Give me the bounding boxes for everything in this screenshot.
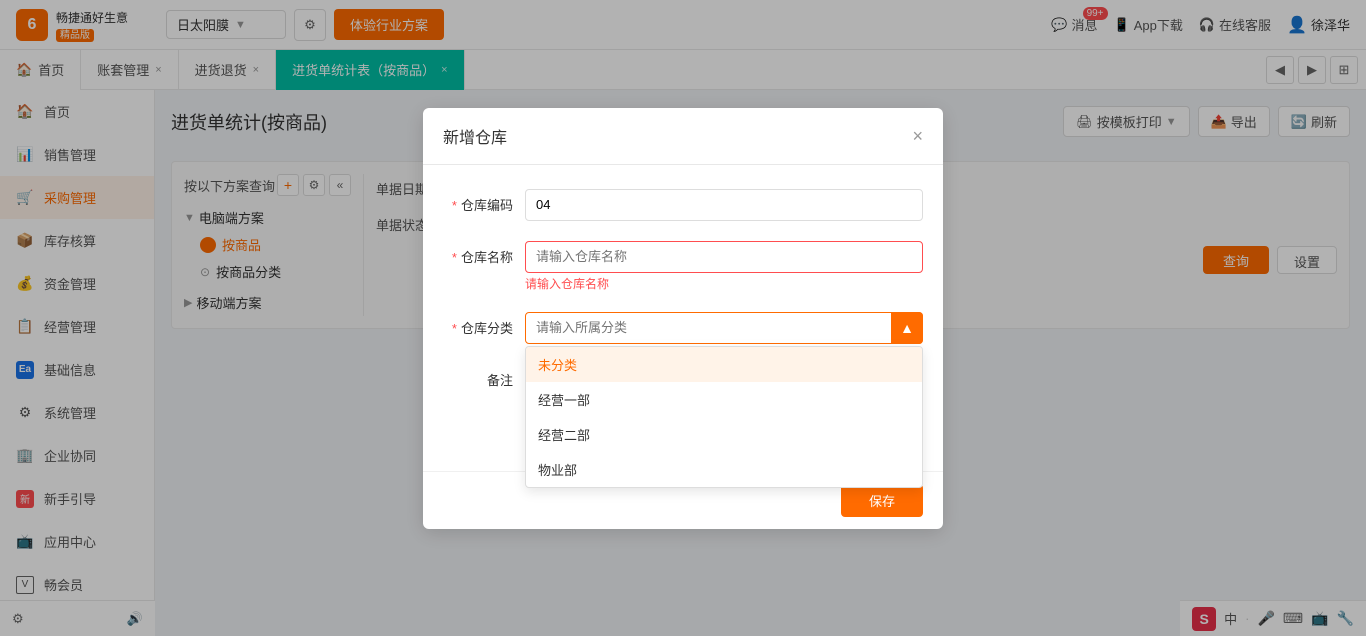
name-label: 仓库名称: [443, 241, 513, 266]
name-field: 请输入仓库名称: [525, 241, 923, 292]
add-warehouse-modal: 新增仓库 × 仓库编码 仓库名称 请输入仓库名称 仓库分类: [423, 108, 943, 529]
modal-header: 新增仓库 ×: [423, 108, 943, 165]
name-error-msg: 请输入仓库名称: [525, 275, 923, 292]
category-field: ▲ 未分类 经营一部 经营二部 物业部: [525, 312, 923, 344]
modal-save-btn[interactable]: 保存: [841, 484, 923, 517]
code-field: [525, 189, 923, 221]
category-option-dept2[interactable]: 经营二部: [526, 417, 922, 452]
category-option-property[interactable]: 物业部: [526, 452, 922, 487]
category-input-wrapper: ▲: [525, 312, 923, 344]
category-field-row: 仓库分类 ▲ 未分类 经营一部 经营二部 物业部: [443, 312, 923, 344]
category-option-dept1[interactable]: 经营一部: [526, 382, 922, 417]
modal-body: 仓库编码 仓库名称 请输入仓库名称 仓库分类 ▲: [423, 165, 943, 471]
category-option-none[interactable]: 未分类: [526, 347, 922, 382]
name-field-row: 仓库名称 请输入仓库名称: [443, 241, 923, 292]
modal-title: 新增仓库: [443, 124, 507, 148]
category-input[interactable]: [525, 312, 923, 344]
code-input[interactable]: [525, 189, 923, 221]
category-dropdown: 未分类 经营一部 经营二部 物业部: [525, 346, 923, 488]
code-label: 仓库编码: [443, 189, 513, 214]
notes-label: 备注: [443, 364, 513, 389]
name-input[interactable]: [525, 241, 923, 273]
category-label: 仓库分类: [443, 312, 513, 337]
modal-close-btn[interactable]: ×: [912, 127, 923, 145]
modal-overlay: 新增仓库 × 仓库编码 仓库名称 请输入仓库名称 仓库分类: [0, 0, 1366, 636]
code-field-row: 仓库编码: [443, 189, 923, 221]
category-toggle-btn[interactable]: ▲: [891, 312, 923, 344]
